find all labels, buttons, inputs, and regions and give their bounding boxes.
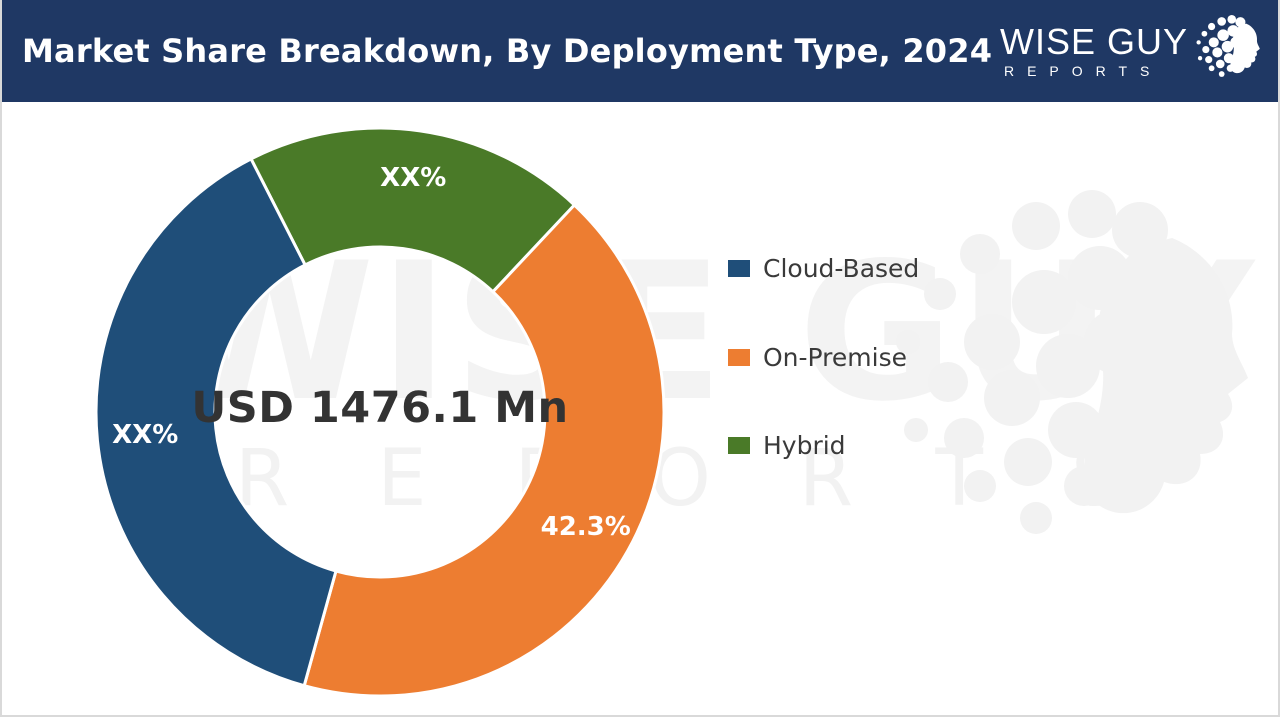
- logo-wordmark: WISE GUY: [999, 21, 1188, 62]
- chart-center-value: USD 1476.1 Mn: [191, 383, 569, 433]
- legend-item-hybrid[interactable]: Hybrid: [728, 432, 919, 460]
- logo-subtext: REPORTS: [1003, 63, 1163, 79]
- chart-legend: Cloud-Based On-Premise Hybrid: [728, 255, 919, 460]
- header: Market Share Breakdown, By Deployment Ty…: [0, 0, 1280, 102]
- slice-label-cloud-based: XX%: [112, 420, 178, 450]
- page-title: Market Share Breakdown, By Deployment Ty…: [22, 32, 993, 70]
- slice-label-on-premise: 42.3%: [541, 512, 631, 542]
- legend-label: Hybrid: [763, 431, 846, 460]
- legend-swatch: [728, 260, 750, 278]
- wiseguy-face-icon: [1196, 15, 1260, 77]
- slice-label-hybrid: XX%: [380, 163, 446, 193]
- watermark-face-dots: [896, 190, 1248, 534]
- legend-label: On-Premise: [763, 342, 907, 372]
- legend-swatch: [728, 348, 750, 366]
- legend-label: Cloud-Based: [763, 254, 920, 283]
- legend-item-on-premise[interactable]: On-Premise: [728, 342, 919, 372]
- legend-swatch: [728, 437, 750, 455]
- legend-item-cloud-based[interactable]: Cloud-Based: [728, 255, 919, 283]
- wiseguy-logo: WISE GUY REPORTS: [1000, 10, 1262, 92]
